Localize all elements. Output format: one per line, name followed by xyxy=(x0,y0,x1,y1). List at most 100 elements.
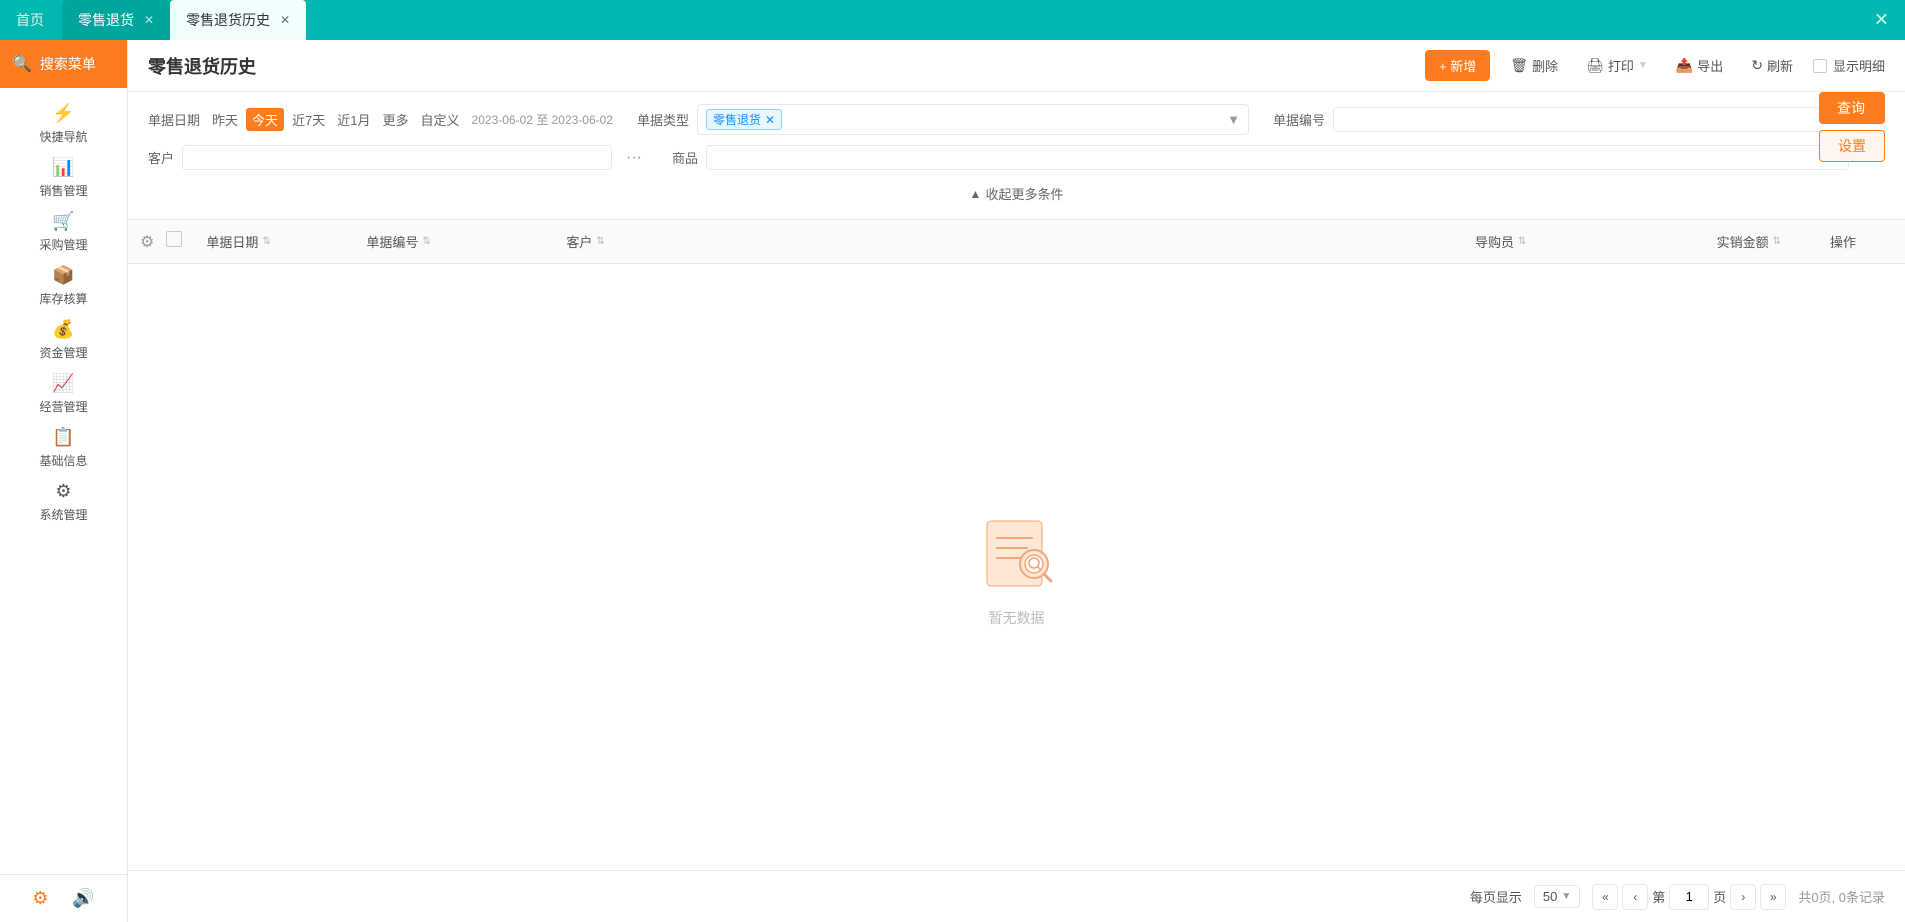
display-detail-checkbox[interactable] xyxy=(1813,59,1827,73)
sidebar-search-button[interactable]: 🔍 搜索菜单 xyxy=(0,40,127,88)
collapse-icon: ▲ xyxy=(970,187,982,201)
page-size-label: 每页显示 xyxy=(1470,887,1522,906)
shortcut-custom[interactable]: 自定义 xyxy=(417,108,464,131)
print-icon: 🖨 xyxy=(1586,57,1604,74)
sidebar-item-operation-mgmt[interactable]: 📈 经营管理 xyxy=(4,368,123,420)
sales-icon: 📊 xyxy=(52,157,74,178)
search-button[interactable]: 查询 xyxy=(1819,92,1885,124)
th-customer[interactable]: 客户 ⇅ xyxy=(554,232,1463,251)
th-actual-amount[interactable]: 实销金额 ⇅ xyxy=(1643,232,1793,251)
filter-date: 单据日期 昨天 今天 近7天 近1月 更多 自定义 2023-06-02 至 2… xyxy=(148,108,613,131)
collapse-button[interactable]: ▲ 收起更多条件 xyxy=(148,180,1885,207)
sidebar-item-label: 快捷导航 xyxy=(39,128,87,145)
next-page-button[interactable]: › xyxy=(1730,884,1756,910)
sidebar-item-fund-mgmt[interactable]: 💰 资金管理 xyxy=(4,314,123,366)
first-page-button[interactable]: « xyxy=(1592,884,1618,910)
sort-customer: ⇅ xyxy=(596,236,604,247)
pagination-bar: 每页显示 50 ▼ « ‹ 第 页 › » 共0页, 0条记录 xyxy=(128,870,1905,922)
filter-area: 单据日期 昨天 今天 近7天 近1月 更多 自定义 2023-06-02 至 2… xyxy=(128,92,1905,220)
volume-icon[interactable]: 🔊 xyxy=(72,888,94,909)
shortcut-more[interactable]: 更多 xyxy=(379,108,413,131)
tab-retail-return[interactable]: 零售退货 ✕ xyxy=(62,0,170,40)
new-button[interactable]: + 新增 xyxy=(1425,50,1490,81)
sidebar-item-inventory-check[interactable]: 📦 库存核算 xyxy=(4,260,123,312)
sidebar-item-purchase-mgmt[interactable]: 🛒 采购管理 xyxy=(4,206,123,258)
th-action: 操作 xyxy=(1793,232,1893,251)
search-icon: 🔍 xyxy=(12,54,32,74)
print-dropdown-icon: ▼ xyxy=(1638,60,1648,71)
doc-num-input[interactable] xyxy=(1333,107,1885,132)
delete-icon: 🗑 xyxy=(1510,57,1528,74)
sidebar-item-label: 基础信息 xyxy=(39,452,87,469)
th-doc-num[interactable]: 单据编号 ⇅ xyxy=(354,232,554,251)
shortcut-7days[interactable]: 近7天 xyxy=(288,108,329,131)
tab-retail-return-close[interactable]: ✕ xyxy=(144,13,154,27)
sort-doc-num: ⇅ xyxy=(422,236,430,247)
empty-state: 暂无数据 xyxy=(128,264,1905,870)
doc-type-dropdown-arrow: ▼ xyxy=(1227,112,1240,127)
system-icon: ⚙ xyxy=(55,481,71,502)
doc-type-label: 单据类型 xyxy=(637,110,689,129)
tab-retail-return-history[interactable]: 零售退货历史 ✕ xyxy=(170,0,306,40)
page-size-arrow: ▼ xyxy=(1561,891,1571,902)
settings-icon[interactable]: ⚙ xyxy=(32,888,48,909)
fund-icon: 💰 xyxy=(52,319,74,340)
inventory-icon: 📦 xyxy=(52,265,74,286)
quick-nav-icon: ⚡ xyxy=(52,103,74,124)
empty-text: 暂无数据 xyxy=(989,608,1045,628)
delete-button[interactable]: 🗑 删除 xyxy=(1502,52,1566,79)
doc-type-tag-close[interactable]: ✕ xyxy=(765,113,775,127)
sidebar-item-label: 资金管理 xyxy=(39,344,87,361)
sidebar-item-quick-nav[interactable]: ⚡ 快捷导航 xyxy=(4,98,123,150)
customer-label: 客户 xyxy=(148,148,174,167)
sidebar-item-system-mgmt[interactable]: ⚙ 系统管理 xyxy=(4,476,123,528)
shortcut-today[interactable]: 今天 xyxy=(246,108,284,131)
th-guide[interactable]: 导购员 ⇅ xyxy=(1463,232,1643,251)
shortcut-yesterday[interactable]: 昨天 xyxy=(208,108,242,131)
customer-input[interactable] xyxy=(182,145,612,170)
table-checkbox-all[interactable] xyxy=(166,231,182,252)
sidebar: 🔍 搜索菜单 ⚡ 快捷导航 📊 销售管理 🛒 采购管理 📦 库存核算 💰 xyxy=(0,40,128,922)
sidebar-item-basic-info[interactable]: 📋 基础信息 xyxy=(4,422,123,474)
tab-home[interactable]: 首页 xyxy=(0,0,60,40)
page-navigation: « ‹ 第 页 › » xyxy=(1592,884,1786,910)
table-config-icon[interactable]: ⚙ xyxy=(140,232,154,252)
doc-type-dropdown[interactable]: 零售退货 ✕ ▼ xyxy=(697,104,1249,135)
refresh-button[interactable]: ↻ 刷新 xyxy=(1743,52,1801,79)
select-all-checkbox[interactable] xyxy=(166,231,182,247)
page-label-before: 第 xyxy=(1652,887,1665,906)
purchase-icon: 🛒 xyxy=(52,211,74,232)
page-number-input[interactable] xyxy=(1669,884,1709,910)
page-size-select[interactable]: 50 ▼ xyxy=(1534,885,1580,908)
page-label-after: 页 xyxy=(1713,887,1726,906)
table-container: ⚙ 单据日期 ⇅ 单据编号 ⇅ 客户 ⇅ xyxy=(128,220,1905,870)
filter-doc-num: 单据编号 xyxy=(1273,107,1885,132)
sidebar-search-label: 搜索菜单 xyxy=(40,54,96,74)
sidebar-item-label: 库存核算 xyxy=(39,290,87,307)
doc-num-label: 单据编号 xyxy=(1273,110,1325,129)
tab-bar: 首页 零售退货 ✕ 零售退货历史 ✕ ✕ xyxy=(0,0,1905,40)
sidebar-item-sales-mgmt[interactable]: 📊 销售管理 xyxy=(4,152,123,204)
window-close-icon[interactable]: ✕ xyxy=(1874,10,1889,31)
sidebar-menu: ⚡ 快捷导航 📊 销售管理 🛒 采购管理 📦 库存核算 💰 资金管理 📈 xyxy=(0,88,127,874)
goods-input[interactable] xyxy=(706,145,1849,170)
total-info: 共0页, 0条记录 xyxy=(1798,887,1885,906)
th-doc-date[interactable]: 单据日期 ⇅ xyxy=(194,232,354,251)
page-input-group: 第 页 xyxy=(1652,884,1726,910)
tab-retail-return-history-close[interactable]: ✕ xyxy=(280,13,290,27)
page-title: 零售退货历史 xyxy=(148,53,1425,79)
export-icon: 📤 xyxy=(1676,57,1693,74)
last-page-button[interactable]: » xyxy=(1760,884,1786,910)
header-actions: + 新增 🗑 删除 🖨 打印 ▼ 📤 导出 ↻ 刷新 xyxy=(1425,50,1885,81)
settings-button[interactable]: 设置 xyxy=(1819,130,1885,162)
display-detail-toggle[interactable]: 显示明细 xyxy=(1813,56,1885,75)
prev-page-button[interactable]: ‹ xyxy=(1622,884,1648,910)
print-button[interactable]: 🖨 打印 ▼ xyxy=(1578,52,1656,79)
goods-label: 商品 xyxy=(672,148,698,167)
filter-row-1: 单据日期 昨天 今天 近7天 近1月 更多 自定义 2023-06-02 至 2… xyxy=(148,104,1885,135)
shortcut-1month[interactable]: 近1月 xyxy=(333,108,374,131)
sidebar-item-label: 采购管理 xyxy=(39,236,87,253)
content-area: 零售退货历史 + 新增 🗑 删除 🖨 打印 ▼ 📤 导出 xyxy=(128,40,1905,922)
customer-ellipsis[interactable]: ··· xyxy=(620,149,648,167)
export-button[interactable]: 📤 导出 xyxy=(1668,52,1731,79)
